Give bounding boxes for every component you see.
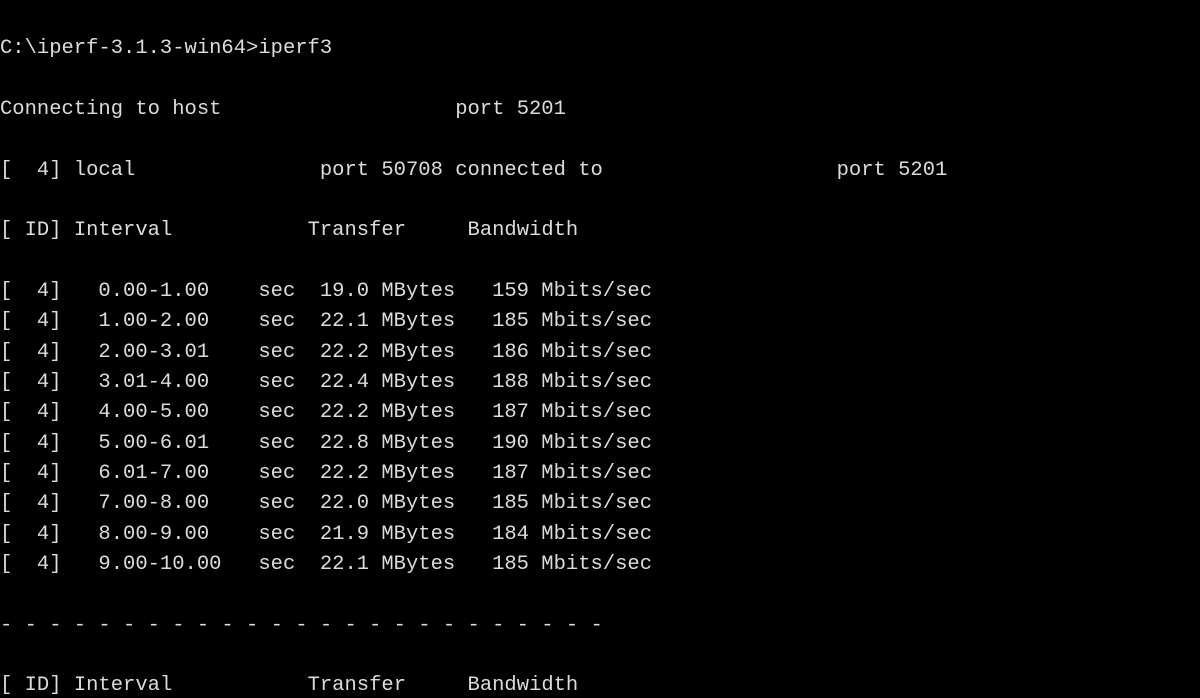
column-header: [ ID] Interval Transfer Bandwidth [0,216,1200,246]
command-text: iperf3 [258,37,332,60]
terminal-output: C:\iperf-3.1.3-win64>iperf3 Connecting t… [0,0,1200,698]
prompt-path: C:\iperf-3.1.3-win64> [0,37,258,60]
interval-row: [ 4] 6.01-7.00 sec 22.2 MBytes 187 Mbits… [0,459,1200,489]
interval-row: [ 4] 9.00-10.00 sec 22.1 MBytes 185 Mbit… [0,550,1200,580]
interval-row: [ 4] 4.00-5.00 sec 22.2 MBytes 187 Mbits… [0,398,1200,428]
interval-row: [ 4] 8.00-9.00 sec 21.9 MBytes 184 Mbits… [0,520,1200,550]
summary-header: [ ID] Interval Transfer Bandwidth [0,671,1200,698]
interval-row: [ 4] 5.00-6.01 sec 22.8 MBytes 190 Mbits… [0,429,1200,459]
command-line: C:\iperf-3.1.3-win64>iperf3 [0,34,1200,64]
divider-line: - - - - - - - - - - - - - - - - - - - - … [0,611,1200,641]
local-connection-line: [ 4] local port 50708 connected to port … [0,156,1200,186]
interval-row: [ 4] 3.01-4.00 sec 22.4 MBytes 188 Mbits… [0,368,1200,398]
interval-row: [ 4] 1.00-2.00 sec 22.1 MBytes 185 Mbits… [0,307,1200,337]
connecting-line: Connecting to host port 5201 [0,95,1200,125]
interval-row: [ 4] 0.00-1.00 sec 19.0 MBytes 159 Mbits… [0,277,1200,307]
interval-row: [ 4] 2.00-3.01 sec 22.2 MBytes 186 Mbits… [0,338,1200,368]
interval-row: [ 4] 7.00-8.00 sec 22.0 MBytes 185 Mbits… [0,489,1200,519]
